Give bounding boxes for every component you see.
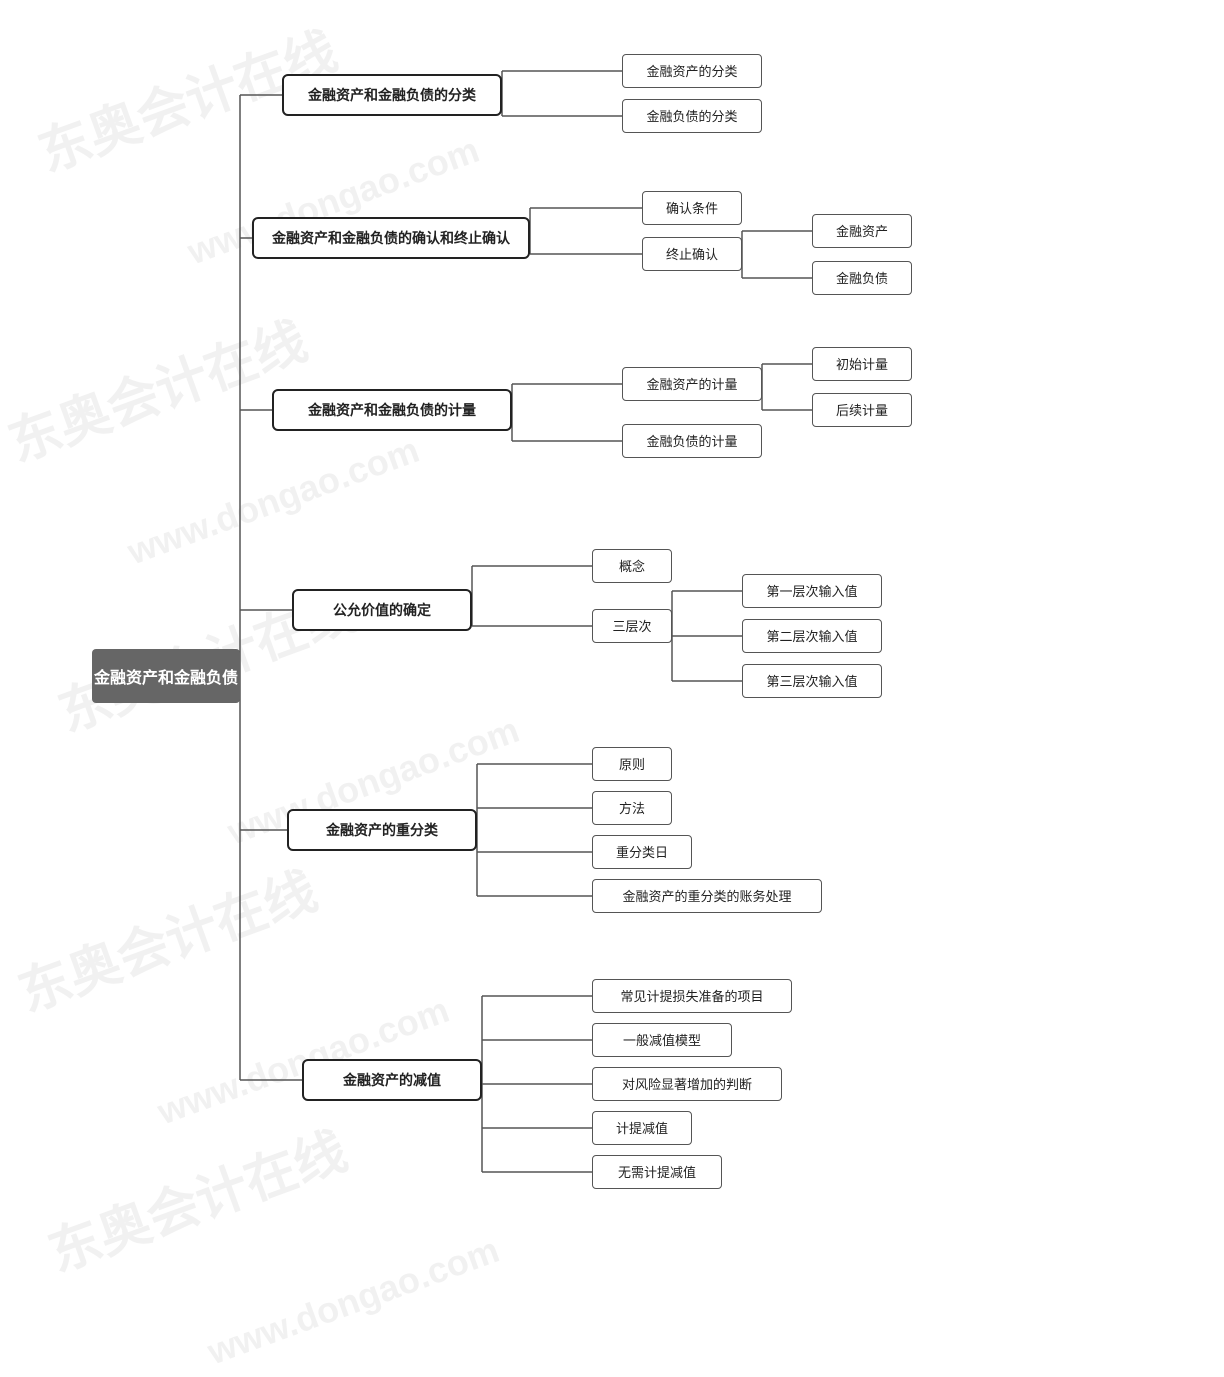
b3gc2-label: 后续计量 — [836, 400, 888, 419]
branch-6-child-3: 对风险显著增加的判断 — [592, 1067, 782, 1101]
b2c2-label: 终止确认 — [666, 244, 718, 263]
root-node: 金融资产和金融负债 — [92, 649, 240, 703]
b5c3-label: 重分类日 — [616, 842, 668, 861]
b2gc2-label: 金融负债 — [836, 268, 888, 287]
b3c1-label: 金融资产的计量 — [646, 374, 737, 393]
branch-1: 金融资产和金融负债的分类 — [282, 74, 502, 116]
b6c2-label: 一般减值模型 — [623, 1030, 701, 1049]
b2c1-label: 确认条件 — [666, 198, 718, 217]
b6c1-label: 常见计提损失准备的项目 — [620, 986, 763, 1005]
branch-2-child-1: 确认条件 — [642, 191, 742, 225]
branch-4: 公允价值的确定 — [292, 589, 472, 631]
branch-4-child-2: 三层次 — [592, 609, 672, 643]
b4gc1-label: 第一层次输入值 — [766, 581, 857, 600]
branch-6-child-4: 计提减值 — [592, 1111, 692, 1145]
b4c1-label: 概念 — [619, 556, 645, 575]
branch-4-label: 公允价值的确定 — [333, 600, 431, 620]
b4gc3-label: 第三层次输入值 — [766, 671, 857, 690]
b5c4-label: 金融资产的重分类的账务处理 — [622, 886, 791, 905]
branch-4-gc-2: 第二层次输入值 — [742, 619, 882, 653]
branch-4-gc-1: 第一层次输入值 — [742, 574, 882, 608]
main-container: 东奥会计在线 www.dongao.com 东奥会计在线 www.dongao.… — [0, 0, 1224, 1377]
branch-2-child-2: 终止确认 — [642, 237, 742, 271]
branch-3-child-2: 金融负债的计量 — [622, 424, 762, 458]
branch-1-label: 金融资产和金融负债的分类 — [308, 85, 476, 105]
branch-6-child-5: 无需计提减值 — [592, 1155, 722, 1189]
branch-3-label: 金融资产和金融负债的计量 — [308, 400, 476, 420]
branch-5-child-4: 金融资产的重分类的账务处理 — [592, 879, 822, 913]
b6c3-label: 对风险显著增加的判断 — [622, 1074, 752, 1093]
b2gc1-label: 金融资产 — [836, 221, 888, 240]
b5c1-label: 原则 — [619, 754, 645, 773]
branch-3-child-1: 金融资产的计量 — [622, 367, 762, 401]
b4gc2-label: 第二层次输入值 — [766, 626, 857, 645]
b6c4-label: 计提减值 — [616, 1118, 668, 1137]
b3c2-label: 金融负债的计量 — [646, 431, 737, 450]
branch-4-gc-3: 第三层次输入值 — [742, 664, 882, 698]
branch-5-child-3: 重分类日 — [592, 835, 692, 869]
mindmap: 金融资产和金融负债 金融资产和金融负债的分类 金融资产的分类 金融负债的分类 金… — [62, 19, 1162, 1359]
b5c2-label: 方法 — [619, 798, 645, 817]
b1c2-label: 金融负债的分类 — [646, 106, 737, 125]
branch-6-child-1: 常见计提损失准备的项目 — [592, 979, 792, 1013]
branch-3: 金融资产和金融负债的计量 — [272, 389, 512, 431]
branch-1-child-1: 金融资产的分类 — [622, 54, 762, 88]
branch-5: 金融资产的重分类 — [287, 809, 477, 851]
branch-4-child-1: 概念 — [592, 549, 672, 583]
branch-2-gc-1: 金融资产 — [812, 214, 912, 248]
branch-1-child-2: 金融负债的分类 — [622, 99, 762, 133]
branch-5-child-1: 原则 — [592, 747, 672, 781]
branch-3-gc-2: 后续计量 — [812, 393, 912, 427]
branch-5-label: 金融资产的重分类 — [326, 820, 438, 840]
b6c5-label: 无需计提减值 — [618, 1162, 696, 1181]
branch-6-label: 金融资产的减值 — [343, 1070, 441, 1090]
root-label: 金融资产和金融负债 — [94, 664, 238, 688]
branch-2-label: 金融资产和金融负债的确认和终止确认 — [272, 228, 510, 248]
branch-6: 金融资产的减值 — [302, 1059, 482, 1101]
branch-3-gc-1: 初始计量 — [812, 347, 912, 381]
b3gc1-label: 初始计量 — [836, 354, 888, 373]
b4c2-label: 三层次 — [612, 616, 651, 635]
branch-2: 金融资产和金融负债的确认和终止确认 — [252, 217, 530, 259]
b1c1-label: 金融资产的分类 — [646, 61, 737, 80]
branch-6-child-2: 一般减值模型 — [592, 1023, 732, 1057]
branch-5-child-2: 方法 — [592, 791, 672, 825]
branch-2-gc-2: 金融负债 — [812, 261, 912, 295]
